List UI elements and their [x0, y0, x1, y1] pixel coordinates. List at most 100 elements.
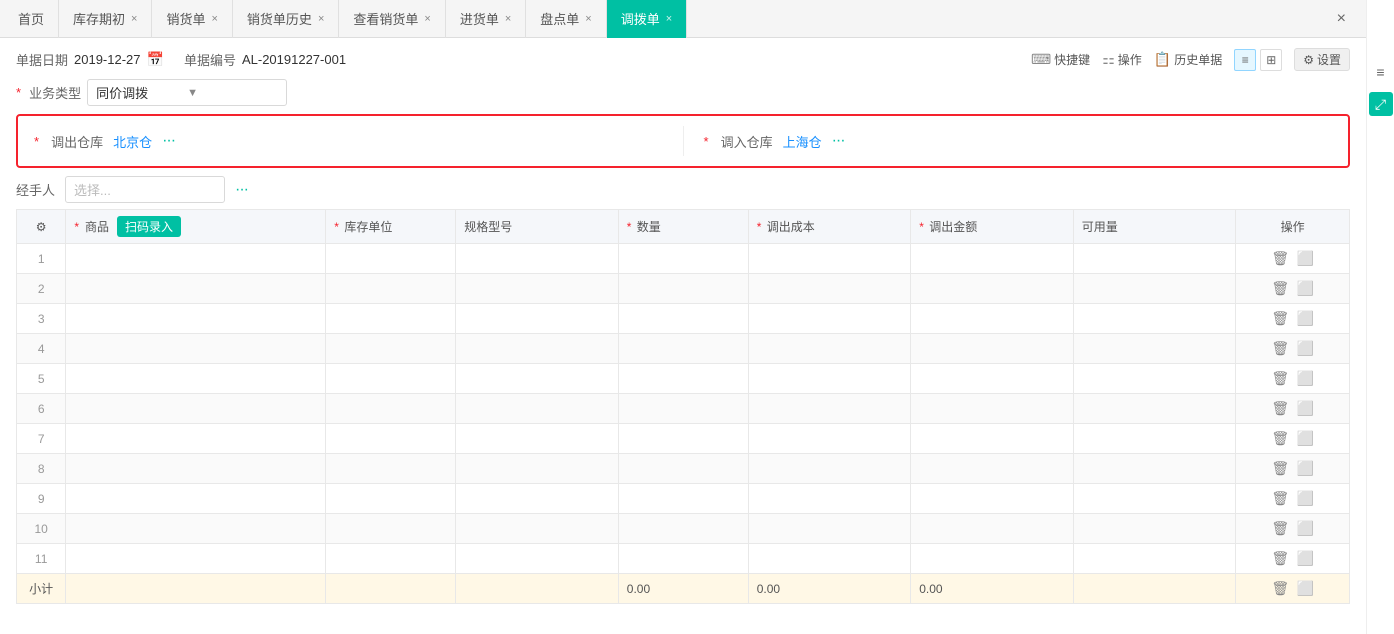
cell-product[interactable] [66, 394, 326, 424]
copy-subtotal-button[interactable]: ⬜ [1294, 578, 1315, 599]
cell-amount[interactable] [911, 544, 1073, 574]
cell-cost[interactable] [748, 394, 910, 424]
tab-purchase[interactable]: 进货单 × [446, 0, 526, 38]
transfer-in-more-icon[interactable]: ··· [832, 132, 845, 150]
cell-cost[interactable] [748, 484, 910, 514]
cell-available[interactable] [1073, 394, 1235, 424]
delete-row-button[interactable]: 🗑 [1269, 248, 1291, 269]
cell-quantity[interactable] [618, 424, 748, 454]
gear-icon[interactable]: ⚙ [36, 220, 47, 234]
grid-btn-grid[interactable]: ⊞ [1260, 49, 1282, 71]
cell-spec[interactable] [456, 484, 618, 514]
scan-entry-button[interactable]: 扫码录入 [117, 216, 181, 237]
biz-type-select[interactable]: 同价调拨 ▼ [87, 79, 287, 106]
cell-available[interactable] [1073, 244, 1235, 274]
person-more-icon[interactable]: ··· [235, 181, 248, 199]
cell-available[interactable] [1073, 454, 1235, 484]
delete-row-button[interactable]: 🗑 [1269, 368, 1291, 389]
cell-product[interactable] [66, 544, 326, 574]
cell-available[interactable] [1073, 544, 1235, 574]
cell-available[interactable] [1073, 334, 1235, 364]
calendar-icon[interactable]: 📅 [147, 51, 164, 68]
delete-row-button[interactable]: 🗑 [1269, 398, 1291, 419]
delete-row-button[interactable]: 🗑 [1269, 338, 1291, 359]
operations-btn[interactable]: ⚏ 操作 [1102, 51, 1142, 68]
cell-product[interactable] [66, 424, 326, 454]
cell-quantity[interactable] [618, 334, 748, 364]
cell-cost[interactable] [748, 274, 910, 304]
cell-quantity[interactable] [618, 244, 748, 274]
cell-spec[interactable] [456, 544, 618, 574]
cell-unit[interactable] [326, 244, 456, 274]
close-icon[interactable]: × [211, 13, 217, 25]
delete-row-button[interactable]: 🗑 [1269, 308, 1291, 329]
cell-amount[interactable] [911, 334, 1073, 364]
tab-view-sales[interactable]: 查看销货单 × [339, 0, 445, 38]
cell-available[interactable] [1073, 484, 1235, 514]
copy-row-button[interactable]: ⬜ [1294, 428, 1315, 449]
cell-quantity[interactable] [618, 544, 748, 574]
cell-product[interactable] [66, 304, 326, 334]
cell-quantity[interactable] [618, 454, 748, 484]
cell-cost[interactable] [748, 424, 910, 454]
cell-amount[interactable] [911, 394, 1073, 424]
copy-row-button[interactable]: ⬜ [1294, 488, 1315, 509]
grid-btn-list[interactable]: ≡ [1234, 49, 1256, 71]
cell-product[interactable] [66, 514, 326, 544]
cell-unit[interactable] [326, 304, 456, 334]
cell-product[interactable] [66, 334, 326, 364]
cell-unit[interactable] [326, 514, 456, 544]
cell-amount[interactable] [911, 364, 1073, 394]
cell-spec[interactable] [456, 514, 618, 544]
cell-spec[interactable] [456, 454, 618, 484]
cell-unit[interactable] [326, 454, 456, 484]
cell-spec[interactable] [456, 424, 618, 454]
close-icon[interactable]: × [505, 13, 511, 25]
cell-quantity[interactable] [618, 364, 748, 394]
copy-row-button[interactable]: ⬜ [1294, 248, 1315, 269]
cell-product[interactable] [66, 484, 326, 514]
cell-quantity[interactable] [618, 484, 748, 514]
cell-spec[interactable] [456, 274, 618, 304]
close-icon[interactable]: × [424, 13, 430, 25]
cell-cost[interactable] [748, 454, 910, 484]
tab-home[interactable]: 首页 [8, 0, 59, 38]
cell-unit[interactable] [326, 484, 456, 514]
cell-product[interactable] [66, 274, 326, 304]
date-value[interactable]: 2019-12-27 [74, 52, 141, 67]
close-icon[interactable]: × [318, 13, 324, 25]
window-close-button[interactable]: × [1325, 10, 1358, 28]
close-icon[interactable]: × [585, 13, 591, 25]
transfer-out-more-icon[interactable]: ··· [162, 132, 175, 150]
cell-cost[interactable] [748, 334, 910, 364]
cell-product[interactable] [66, 244, 326, 274]
cell-unit[interactable] [326, 544, 456, 574]
cell-spec[interactable] [456, 304, 618, 334]
cell-unit[interactable] [326, 334, 456, 364]
delete-row-button[interactable]: 🗑 [1269, 488, 1291, 509]
copy-row-button[interactable]: ⬜ [1294, 308, 1315, 329]
cell-amount[interactable] [911, 304, 1073, 334]
delete-row-button[interactable]: 🗑 [1269, 278, 1291, 299]
cell-unit[interactable] [326, 424, 456, 454]
cell-spec[interactable] [456, 244, 618, 274]
copy-row-button[interactable]: ⬜ [1294, 458, 1315, 479]
cell-product[interactable] [66, 454, 326, 484]
cell-available[interactable] [1073, 304, 1235, 334]
cell-quantity[interactable] [618, 514, 748, 544]
cell-cost[interactable] [748, 304, 910, 334]
cell-spec[interactable] [456, 364, 618, 394]
delete-row-button[interactable]: 🗑 [1269, 518, 1291, 539]
cell-product[interactable] [66, 364, 326, 394]
cell-amount[interactable] [911, 424, 1073, 454]
cell-cost[interactable] [748, 364, 910, 394]
cell-quantity[interactable] [618, 304, 748, 334]
tab-sales[interactable]: 销货单 × [152, 0, 232, 38]
copy-row-button[interactable]: ⬜ [1294, 338, 1315, 359]
copy-row-button[interactable]: ⬜ [1294, 278, 1315, 299]
tab-transfer[interactable]: 调拨单 × [607, 0, 687, 38]
close-icon[interactable]: × [131, 13, 137, 25]
cell-quantity[interactable] [618, 394, 748, 424]
cell-amount[interactable] [911, 244, 1073, 274]
cell-amount[interactable] [911, 514, 1073, 544]
